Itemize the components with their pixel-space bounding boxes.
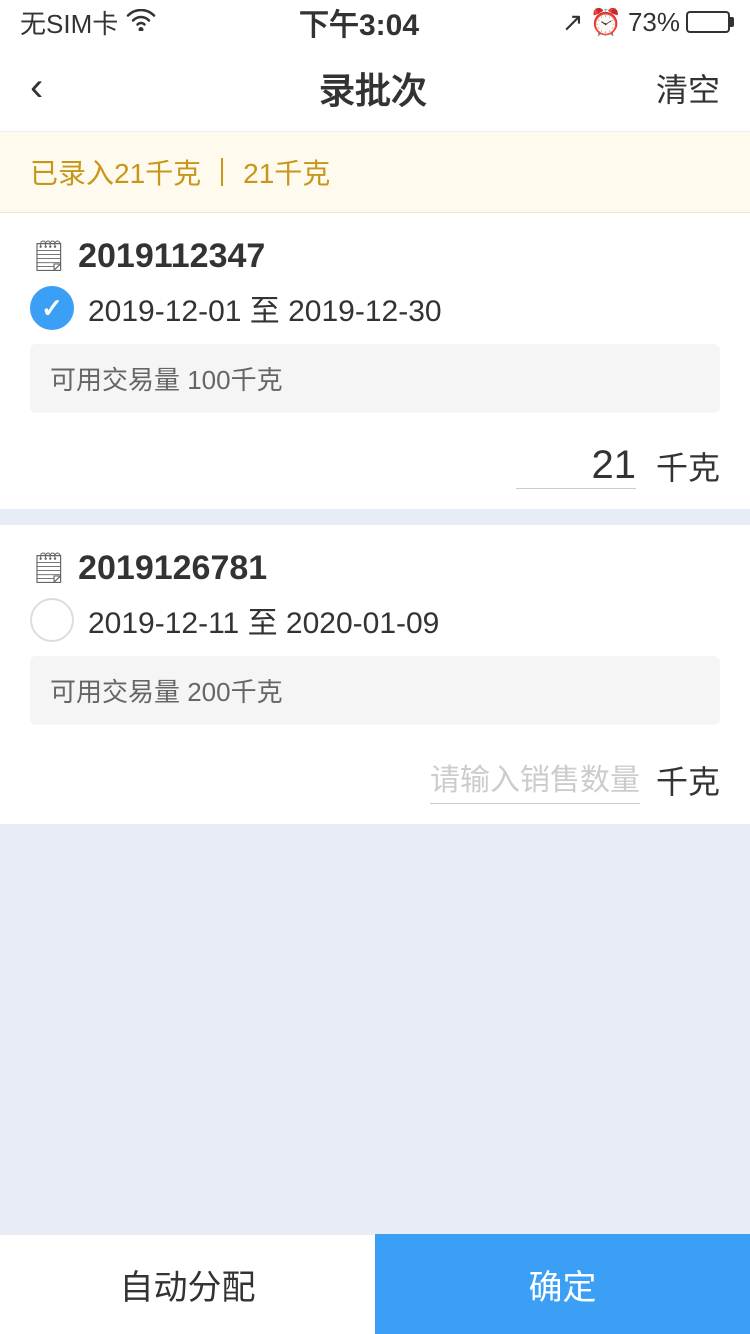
wifi-icon — [126, 7, 156, 38]
batch-id-2: 2019126781 — [78, 549, 267, 588]
status-bar: 无SIM卡 下午3:04 ↗ ⏰ 73% — [0, 0, 750, 44]
carrier-label: 无SIM卡 — [20, 4, 118, 41]
batch-header-1: 🗒 2019112347 — [0, 213, 750, 286]
batch-card-1: 🗒 2019112347 ✓ 2019-12-01 至 2019-12-30 可… — [0, 213, 750, 509]
batch-date-2: 2019-12-11 至 2020-01-09 — [88, 598, 439, 642]
battery-icon — [686, 11, 730, 33]
confirm-label: 确定 — [529, 1260, 597, 1309]
confirm-button[interactable]: 确定 — [375, 1234, 750, 1334]
status-right: ↗ ⏰ 73% — [562, 7, 730, 38]
batch-date-row-2[interactable]: 2019-12-11 至 2020-01-09 — [0, 598, 750, 656]
batch-quantity-1: 可用交易量 100千克 — [30, 344, 720, 413]
amount-input-1[interactable]: 21 — [516, 443, 636, 489]
amount-row-1: 21 千克 — [0, 433, 750, 509]
batch-date-row-1[interactable]: ✓ 2019-12-01 至 2019-12-30 — [0, 286, 750, 344]
input-placeholder-2: 请输入销售数量 — [430, 764, 640, 797]
status-left: 无SIM卡 — [20, 4, 156, 41]
summary-value: 21千克 — [243, 152, 330, 192]
check-icon-1: ✓ — [41, 293, 63, 324]
summary-label: 已录入21千克 — [30, 152, 201, 192]
input-unit-2: 千克 — [656, 757, 720, 803]
location-icon: ↗ — [562, 7, 584, 38]
batch-document-icon-2: 🗒 — [30, 551, 68, 586]
quantity-input-2[interactable]: 请输入销售数量 — [430, 755, 640, 804]
page-title: 录批次 — [319, 62, 427, 114]
battery-percent: 73% — [628, 7, 680, 38]
batch-quantity-2: 可用交易量 200千克 — [30, 656, 720, 725]
alarm-icon: ⏰ — [590, 7, 622, 38]
clear-button[interactable]: 清空 — [656, 65, 720, 111]
batch-header-2: 🗒 2019126781 — [0, 525, 750, 598]
auto-distribute-button[interactable]: 自动分配 — [0, 1234, 375, 1334]
back-button[interactable]: ‹ — [30, 65, 90, 110]
time-display: 下午3:04 — [299, 0, 419, 44]
radio-button-1[interactable]: ✓ — [30, 286, 74, 330]
summary-banner: 已录入21千克 21千克 — [0, 132, 750, 213]
nav-bar: ‹ 录批次 清空 — [0, 44, 750, 132]
batch-id-1: 2019112347 — [78, 237, 265, 276]
separator-1 — [0, 509, 750, 525]
batch-document-icon-1: 🗒 — [30, 239, 68, 274]
batch-card-2: 🗒 2019126781 2019-12-11 至 2020-01-09 可用交… — [0, 525, 750, 824]
auto-distribute-label: 自动分配 — [120, 1260, 256, 1309]
summary-divider — [221, 158, 223, 186]
footer: 自动分配 确定 — [0, 1234, 750, 1334]
amount-value-1: 21 — [591, 443, 636, 487]
radio-button-2[interactable] — [30, 598, 74, 642]
batch-date-1: 2019-12-01 至 2019-12-30 — [88, 286, 442, 330]
amount-unit-1: 千克 — [656, 443, 720, 489]
input-row-2: 请输入销售数量 千克 — [0, 745, 750, 824]
